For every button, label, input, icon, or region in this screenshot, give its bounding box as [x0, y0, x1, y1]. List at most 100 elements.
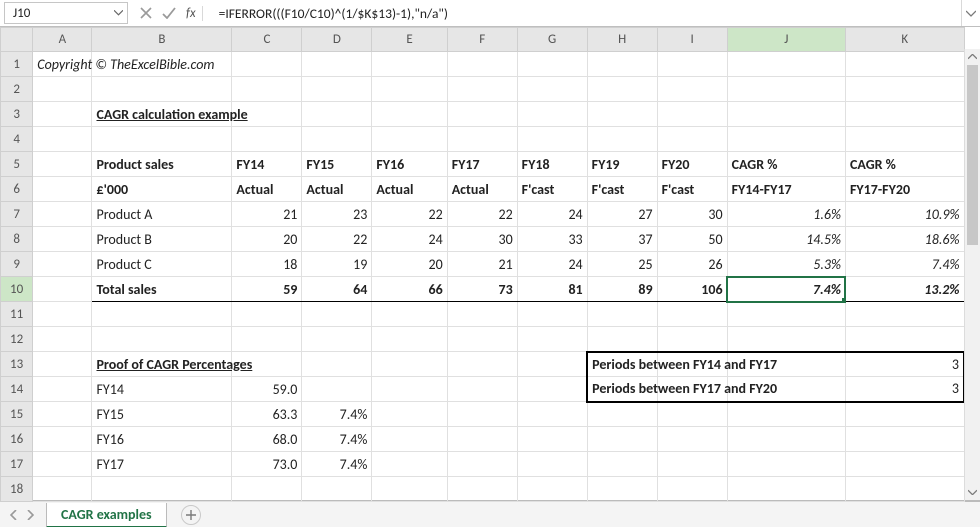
cell-C11[interactable]: [232, 302, 302, 327]
cell-B16[interactable]: FY16: [92, 427, 232, 452]
select-all-button[interactable]: [1, 28, 33, 52]
cell-K13[interactable]: 3: [845, 352, 964, 377]
cell-A4[interactable]: [33, 127, 92, 152]
cell-F9[interactable]: 21: [447, 252, 517, 277]
scroll-up-icon[interactable]: [965, 49, 980, 65]
cell-K8[interactable]: 18.6%: [845, 227, 964, 252]
sheet-nav-next-icon[interactable]: [26, 510, 34, 520]
cell-B8[interactable]: Product B: [92, 227, 232, 252]
cell-C3[interactable]: [232, 102, 302, 127]
cell-J7[interactable]: 1.6%: [727, 202, 845, 227]
cell-K2[interactable]: [845, 77, 964, 102]
cell-J18[interactable]: [727, 477, 845, 502]
cell-K3[interactable]: [845, 102, 964, 127]
cell-H17[interactable]: [587, 452, 657, 477]
cell-I3[interactable]: [657, 102, 727, 127]
cell-G2[interactable]: [517, 77, 587, 102]
cell-H2[interactable]: [587, 77, 657, 102]
cell-I16[interactable]: [657, 427, 727, 452]
cell-E13[interactable]: [372, 352, 447, 377]
cell-J8[interactable]: 14.5%: [727, 227, 845, 252]
cell-J13[interactable]: [727, 352, 845, 377]
cell-H8[interactable]: 37: [587, 227, 657, 252]
cell-F4[interactable]: [447, 127, 517, 152]
cell-H15[interactable]: [587, 402, 657, 427]
cell-B5[interactable]: Product sales: [92, 152, 232, 177]
cell-D4[interactable]: [302, 127, 372, 152]
cell-F7[interactable]: 22: [447, 202, 517, 227]
cell-B7[interactable]: Product A: [92, 202, 232, 227]
cell-D3[interactable]: [302, 102, 372, 127]
cancel-icon[interactable]: [140, 7, 152, 19]
cell-C9[interactable]: 18: [232, 252, 302, 277]
row-header-11[interactable]: 11: [1, 302, 33, 327]
row-header-12[interactable]: 12: [1, 327, 33, 352]
cell-I4[interactable]: [657, 127, 727, 152]
cell-J1[interactable]: [727, 52, 845, 77]
cell-A12[interactable]: [33, 327, 92, 352]
cell-C10[interactable]: 59: [232, 277, 302, 302]
cell-C17[interactable]: 73.0: [232, 452, 302, 477]
cell-F8[interactable]: 30: [447, 227, 517, 252]
cell-D14[interactable]: [302, 377, 372, 402]
cell-D5[interactable]: FY15: [302, 152, 372, 177]
row-header-9[interactable]: 9: [1, 252, 33, 277]
cell-K1[interactable]: [845, 52, 964, 77]
cell-J5[interactable]: CAGR %: [727, 152, 845, 177]
cell-I12[interactable]: [657, 327, 727, 352]
cell-I5[interactable]: FY20: [657, 152, 727, 177]
scrollbar-thumb[interactable]: [967, 65, 978, 245]
cell-D9[interactable]: 19: [302, 252, 372, 277]
cell-K5[interactable]: CAGR %: [845, 152, 964, 177]
cell-K10[interactable]: 13.2%: [845, 277, 964, 302]
column-header-I[interactable]: I: [657, 28, 727, 52]
cell-C8[interactable]: 20: [232, 227, 302, 252]
cell-E8[interactable]: 24: [372, 227, 447, 252]
row-header-17[interactable]: 17: [1, 452, 33, 477]
cell-J11[interactable]: [727, 302, 845, 327]
cell-K16[interactable]: [845, 427, 964, 452]
column-header-B[interactable]: B: [92, 28, 232, 52]
cell-D18[interactable]: [302, 477, 372, 502]
cell-J2[interactable]: [727, 77, 845, 102]
cell-J3[interactable]: [727, 102, 845, 127]
cell-E2[interactable]: [372, 77, 447, 102]
row-header-4[interactable]: 4: [1, 127, 33, 152]
row-header-18[interactable]: 18: [1, 477, 33, 502]
cell-I17[interactable]: [657, 452, 727, 477]
cell-C14[interactable]: 59.0: [232, 377, 302, 402]
cell-J16[interactable]: [727, 427, 845, 452]
cell-G14[interactable]: [517, 377, 587, 402]
cell-J15[interactable]: [727, 402, 845, 427]
cell-C16[interactable]: 68.0: [232, 427, 302, 452]
cell-I8[interactable]: 50: [657, 227, 727, 252]
cell-G3[interactable]: [517, 102, 587, 127]
cell-D10[interactable]: 64: [302, 277, 372, 302]
cell-D7[interactable]: 23: [302, 202, 372, 227]
cell-C12[interactable]: [232, 327, 302, 352]
cell-E9[interactable]: 20: [372, 252, 447, 277]
enter-icon[interactable]: [162, 7, 176, 19]
cell-I9[interactable]: 26: [657, 252, 727, 277]
row-header-16[interactable]: 16: [1, 427, 33, 452]
chevron-down-icon[interactable]: [114, 10, 123, 16]
cell-A10[interactable]: [33, 277, 92, 302]
cell-J10[interactable]: 7.4%: [727, 277, 845, 302]
cell-F1[interactable]: [447, 52, 517, 77]
formula-input[interactable]: =IFERROR(((F10/C10)^(1/$K$13)-1),"n/a"): [211, 0, 961, 26]
cell-F2[interactable]: [447, 77, 517, 102]
column-header-E[interactable]: E: [372, 28, 447, 52]
cell-A6[interactable]: [33, 177, 92, 202]
column-header-C[interactable]: C: [232, 28, 302, 52]
cell-J4[interactable]: [727, 127, 845, 152]
cell-F13[interactable]: [447, 352, 517, 377]
cell-E17[interactable]: [372, 452, 447, 477]
cell-H18[interactable]: [587, 477, 657, 502]
cell-H16[interactable]: [587, 427, 657, 452]
cell-I7[interactable]: 30: [657, 202, 727, 227]
scroll-down-icon[interactable]: [965, 484, 980, 500]
cell-G13[interactable]: [517, 352, 587, 377]
cell-K7[interactable]: 10.9%: [845, 202, 964, 227]
cell-I11[interactable]: [657, 302, 727, 327]
cell-A15[interactable]: [33, 402, 92, 427]
